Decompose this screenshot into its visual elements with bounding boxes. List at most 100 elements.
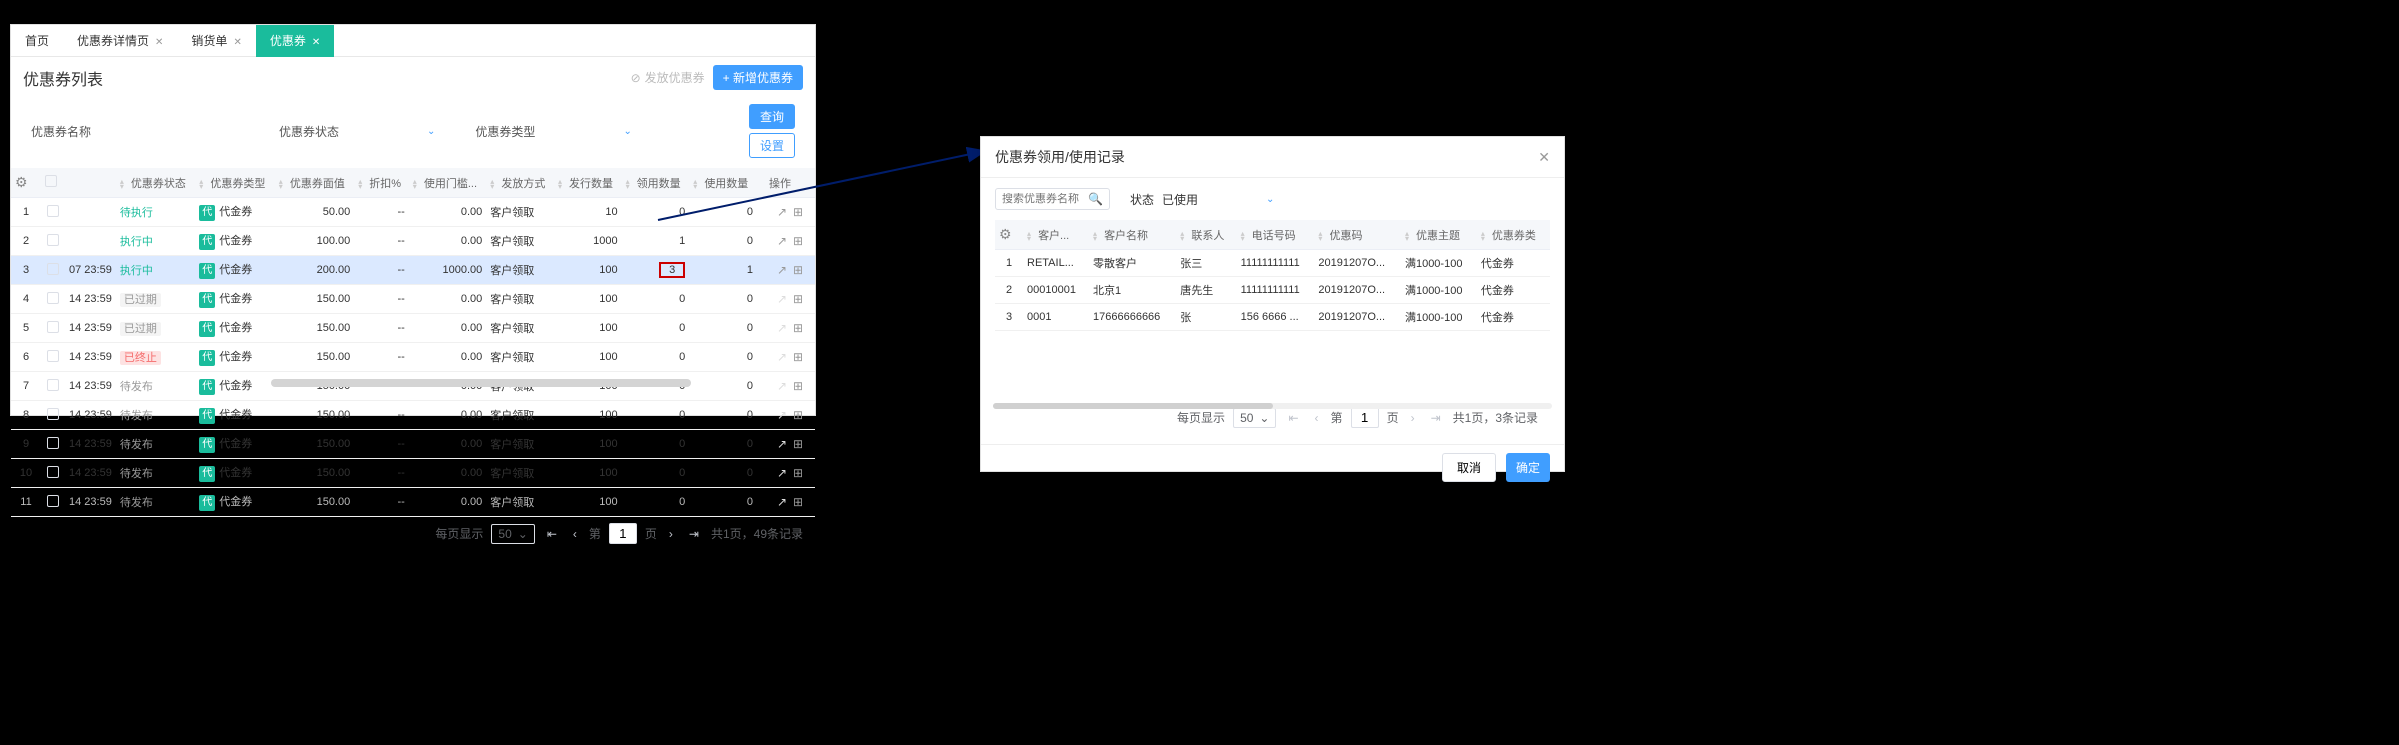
table-row[interactable]: 10 14 23:59 待发布 代代金券 150.00 -- 0.00 客户领取…: [11, 459, 815, 488]
first-page-button[interactable]: ⇤: [543, 527, 561, 541]
close-icon[interactable]: ✕: [155, 37, 163, 48]
table-row[interactable]: 2 00010001 北京1 唐先生 11111111111 20191207O…: [995, 277, 1550, 304]
share-icon[interactable]: ↗: [777, 408, 787, 422]
last-page-button[interactable]: ⇥: [685, 527, 703, 541]
share-icon[interactable]: ↗: [777, 437, 787, 451]
state-select[interactable]: 已使用: [1162, 191, 1198, 208]
per-page-select[interactable]: 50 ⌄: [1233, 408, 1276, 428]
row-checkbox[interactable]: [47, 321, 59, 333]
sort-icon[interactable]: ▴▾: [1405, 231, 1413, 241]
row-checkbox[interactable]: [47, 205, 59, 217]
sort-icon[interactable]: ▴▾: [490, 179, 498, 189]
sort-icon[interactable]: ▴▾: [413, 179, 421, 189]
qr-icon[interactable]: ⊞: [793, 379, 803, 393]
qr-icon[interactable]: ⊞: [793, 321, 803, 335]
table-row[interactable]: 2 执行中 代代金券 100.00 -- 0.00 客户领取 1000 1 0 …: [11, 227, 815, 256]
cancel-button[interactable]: 取消: [1442, 453, 1496, 482]
share-icon[interactable]: ↗: [777, 350, 787, 364]
sort-icon[interactable]: ▴▾: [1027, 231, 1035, 241]
prev-page-button[interactable]: ‹: [1311, 411, 1323, 425]
sort-icon[interactable]: ▴▾: [1180, 231, 1188, 241]
table-row[interactable]: 1 待执行 代代金券 50.00 -- 0.00 客户领取 10 0 0 ↗⊞: [11, 198, 815, 227]
row-checkbox[interactable]: [47, 466, 59, 478]
per-page-select[interactable]: 50 ⌄: [491, 524, 534, 544]
page-input[interactable]: [1351, 407, 1379, 428]
filter-type-select[interactable]: ⌄: [543, 126, 631, 137]
qr-icon[interactable]: ⊞: [793, 292, 803, 306]
next-page-button[interactable]: ›: [665, 527, 677, 541]
claim-count-highlighted[interactable]: 3: [659, 262, 685, 278]
tab-detail[interactable]: 优惠券详情页✕: [63, 25, 177, 57]
settings-button[interactable]: 设置: [749, 133, 795, 158]
share-icon[interactable]: ↗: [777, 321, 787, 335]
qr-icon[interactable]: ⊞: [793, 495, 803, 509]
row-checkbox[interactable]: [47, 234, 59, 246]
first-page-button[interactable]: ⇤: [1284, 411, 1302, 425]
share-icon[interactable]: ↗: [777, 466, 787, 480]
sort-icon[interactable]: ▴▾: [1093, 231, 1101, 241]
share-icon[interactable]: ↗: [777, 379, 787, 393]
search-input[interactable]: [1002, 193, 1082, 205]
row-checkbox[interactable]: [47, 292, 59, 304]
qr-icon[interactable]: ⊞: [793, 205, 803, 219]
sort-icon[interactable]: ▴▾: [558, 179, 566, 189]
page-input[interactable]: [609, 523, 637, 544]
add-coupon-button[interactable]: + 新增优惠券: [713, 65, 803, 90]
share-icon[interactable]: ↗: [777, 495, 787, 509]
table-row[interactable]: 9 14 23:59 待发布 代代金券 150.00 -- 0.00 客户领取 …: [11, 430, 815, 459]
sort-icon[interactable]: ▴▾: [120, 179, 128, 189]
search-button[interactable]: 查询: [749, 104, 795, 129]
close-icon[interactable]: ✕: [312, 37, 320, 48]
filter-name-input[interactable]: [99, 124, 239, 139]
qr-icon[interactable]: ⊞: [793, 466, 803, 480]
gear-icon[interactable]: ⚙: [999, 226, 1012, 242]
qr-icon[interactable]: ⊞: [793, 350, 803, 364]
tab-coupon[interactable]: 优惠券✕: [256, 25, 334, 57]
sort-icon[interactable]: ▴▾: [199, 179, 207, 189]
table-row[interactable]: 8 14 23:59 待发布 代代金券 150.00 -- 0.00 客户领取 …: [11, 401, 815, 430]
tab-home[interactable]: 首页: [11, 25, 63, 57]
prev-page-button[interactable]: ‹: [569, 527, 581, 541]
table-row[interactable]: 3 07 23:59 执行中 代代金券 200.00 -- 1000.00 客户…: [11, 256, 815, 285]
search-icon[interactable]: 🔍: [1088, 192, 1103, 206]
qr-icon[interactable]: ⊞: [793, 263, 803, 277]
sort-icon[interactable]: ▴▾: [693, 179, 701, 189]
horizontal-scrollbar[interactable]: [271, 379, 691, 387]
gear-icon[interactable]: ⚙: [15, 174, 28, 190]
filter-status-select[interactable]: ⌄: [347, 126, 435, 137]
sort-icon[interactable]: ▴▾: [1481, 231, 1489, 241]
table-row[interactable]: 3 0001 17666666666 张 156 6666 ... 201912…: [995, 304, 1550, 331]
qr-icon[interactable]: ⊞: [793, 408, 803, 422]
sort-icon[interactable]: ▴▾: [1241, 231, 1249, 241]
close-icon[interactable]: ✕: [233, 37, 241, 48]
sort-icon[interactable]: ▴▾: [279, 179, 287, 189]
share-icon[interactable]: ↗: [777, 234, 787, 248]
row-checkbox[interactable]: [47, 263, 59, 275]
last-page-button[interactable]: ⇥: [1427, 411, 1445, 425]
checkbox-all[interactable]: [45, 175, 57, 187]
table-row[interactable]: 6 14 23:59 已终止 代代金券 150.00 -- 0.00 客户领取 …: [11, 343, 815, 372]
row-checkbox[interactable]: [47, 495, 59, 507]
share-icon[interactable]: ↗: [777, 263, 787, 277]
sort-icon[interactable]: ▴▾: [1318, 231, 1326, 241]
confirm-button[interactable]: 确定: [1506, 453, 1550, 482]
sort-icon[interactable]: ▴▾: [358, 179, 366, 189]
table-row[interactable]: 5 14 23:59 已过期 代代金券 150.00 -- 0.00 客户领取 …: [11, 314, 815, 343]
qr-icon[interactable]: ⊞: [793, 437, 803, 451]
sort-icon[interactable]: ▴▾: [626, 179, 634, 189]
horizontal-scrollbar[interactable]: [993, 403, 1552, 409]
row-checkbox[interactable]: [47, 408, 59, 420]
close-icon[interactable]: ✕: [1538, 149, 1550, 166]
share-icon[interactable]: ↗: [777, 205, 787, 219]
qr-icon[interactable]: ⊞: [793, 234, 803, 248]
row-checkbox[interactable]: [47, 379, 59, 391]
row-checkbox[interactable]: [47, 437, 59, 449]
share-icon[interactable]: ↗: [777, 292, 787, 306]
table-row[interactable]: 11 14 23:59 待发布 代代金券 150.00 -- 0.00 客户领取…: [11, 488, 815, 517]
table-row[interactable]: 4 14 23:59 已过期 代代金券 150.00 -- 0.00 客户领取 …: [11, 285, 815, 314]
tab-sales[interactable]: 销货单✕: [177, 25, 255, 57]
table-row[interactable]: 1 RETAIL... 零散客户 张三 11111111111 20191207…: [995, 250, 1550, 277]
chevron-down-icon[interactable]: ⌄: [1266, 194, 1274, 205]
next-page-button[interactable]: ›: [1407, 411, 1419, 425]
row-checkbox[interactable]: [47, 350, 59, 362]
